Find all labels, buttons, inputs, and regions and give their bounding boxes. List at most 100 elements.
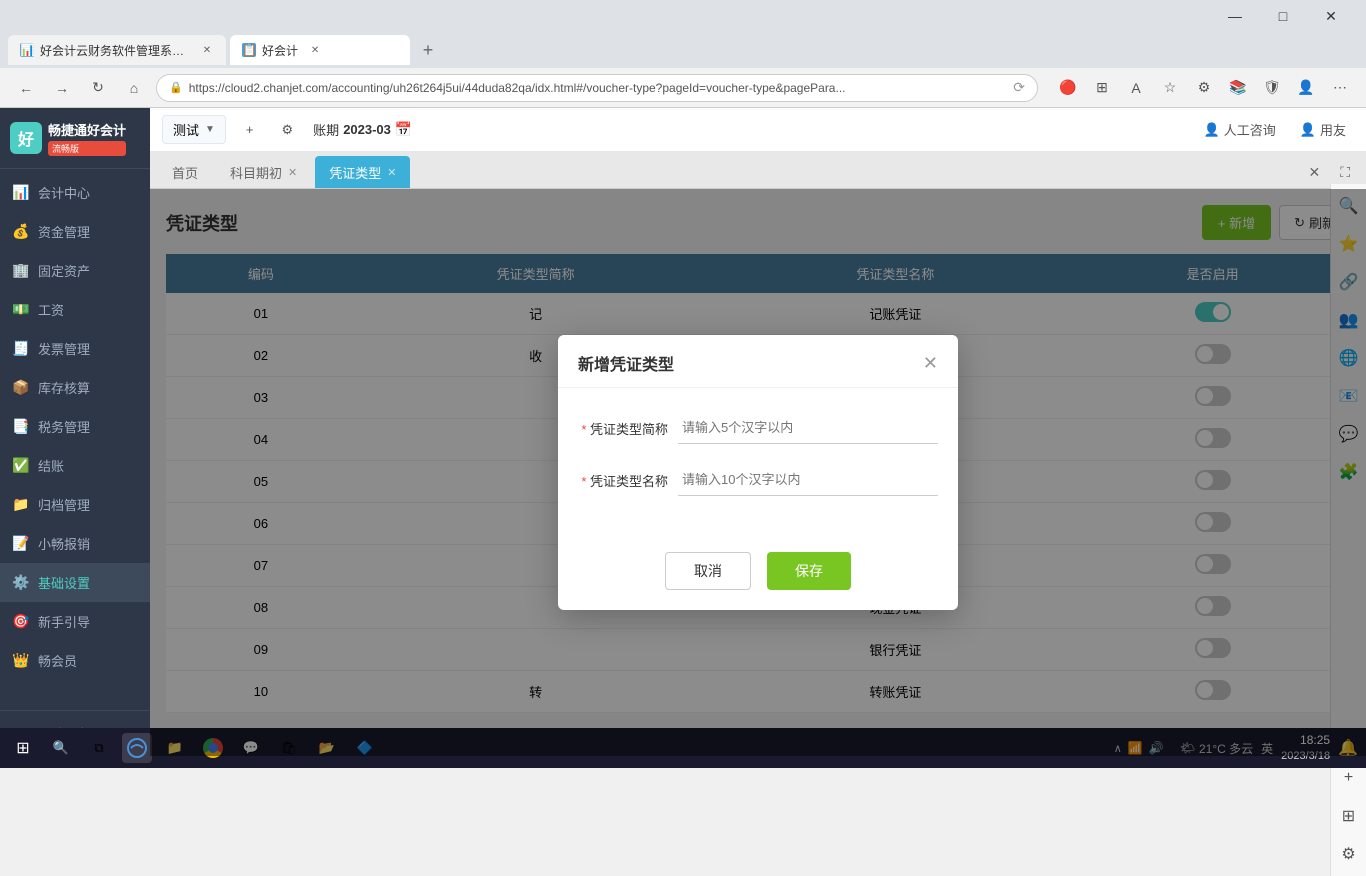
header-actions: 👤 人工咨询 👤 用友 bbox=[1196, 116, 1354, 143]
sidebar-item-tax[interactable]: 📑 税务管理 bbox=[0, 407, 150, 446]
right-gear-icon[interactable]: ⚙ bbox=[1335, 840, 1363, 868]
url-text: https://cloud2.chanjet.com/accounting/uh… bbox=[189, 81, 1008, 95]
user-button[interactable]: 👤 用友 bbox=[1292, 116, 1354, 143]
maximize-button[interactable]: □ bbox=[1260, 0, 1306, 32]
extension-btn-1[interactable]: 🔴 bbox=[1054, 74, 1082, 102]
sidebar-item-dashboard[interactable]: 📊 会计中心 bbox=[0, 173, 150, 212]
finance-icon: 💰 bbox=[12, 223, 30, 241]
dashboard-icon: 📊 bbox=[12, 184, 30, 202]
sidebar-item-settings[interactable]: ⚙️ 基础设置 bbox=[0, 563, 150, 602]
extension-btn-6[interactable]: 📚 bbox=[1224, 74, 1252, 102]
sidebar-item-inventory[interactable]: 📦 库存核算 bbox=[0, 368, 150, 407]
archive-icon: 📁 bbox=[12, 496, 30, 514]
sidebar-item-report[interactable]: 📝 小畅报销 bbox=[0, 524, 150, 563]
right-add-icon[interactable]: + bbox=[1335, 764, 1363, 792]
sidebar-item-checkout[interactable]: ✅ 结账 bbox=[0, 446, 150, 485]
invoice-label: 发票管理 bbox=[38, 339, 90, 358]
salary-icon: 💵 bbox=[12, 301, 30, 319]
calendar-icon[interactable]: 📅 bbox=[395, 121, 412, 138]
browser-tab-2[interactable]: 📋 好会计 ✕ bbox=[230, 35, 410, 65]
save-button[interactable]: 保存 bbox=[767, 552, 851, 590]
browser-tab-1[interactable]: 📊 好会计云财务软件管理系统_会计 ✕ bbox=[8, 35, 226, 65]
close-button[interactable]: ✕ bbox=[1308, 0, 1354, 32]
extension-btn-2[interactable]: ⊞ bbox=[1088, 74, 1116, 102]
add-company-button[interactable]: + bbox=[238, 118, 262, 141]
tab-subject[interactable]: 科目期初 ✕ bbox=[216, 156, 311, 188]
inventory-icon: 📦 bbox=[12, 379, 30, 397]
support-label: 人工咨询 bbox=[1224, 120, 1276, 139]
tax-label: 税务管理 bbox=[38, 417, 90, 436]
sidebar-item-assets[interactable]: 🏢 固定资产 bbox=[0, 251, 150, 290]
dialog-footer: 取消 保存 bbox=[558, 540, 958, 610]
short-name-label: 凭证类型简称 bbox=[578, 419, 678, 438]
refresh-nav-button[interactable]: ↻ bbox=[84, 74, 112, 102]
home-nav-button[interactable]: ⌂ bbox=[120, 74, 148, 102]
sidebar-item-finance[interactable]: 💰 资金管理 bbox=[0, 212, 150, 251]
invoice-icon: 🧾 bbox=[12, 340, 30, 358]
period-value: 2023-03 bbox=[343, 122, 391, 137]
period-label: 账期 bbox=[313, 120, 339, 139]
extension-btn-4[interactable]: ☆ bbox=[1156, 74, 1184, 102]
reload-icon: ⟳ bbox=[1013, 79, 1025, 96]
sidebar-item-member[interactable]: 👑 畅会员 bbox=[0, 641, 150, 680]
back-button[interactable]: ← bbox=[12, 74, 40, 102]
inventory-label: 库存核算 bbox=[38, 378, 90, 397]
assets-icon: 🏢 bbox=[12, 262, 30, 280]
support-button[interactable]: 👤 人工咨询 bbox=[1196, 116, 1284, 143]
member-icon: 👑 bbox=[12, 652, 30, 670]
browser-extension-actions: 🔴 ⊞ A ☆ ⚙ 📚 🛡 👤 ⋯ bbox=[1054, 74, 1354, 102]
short-name-input[interactable] bbox=[678, 412, 938, 444]
more-options-button[interactable]: ⋯ bbox=[1326, 74, 1354, 102]
company-selector[interactable]: 测试 ▼ bbox=[162, 115, 226, 144]
tab-subject-close-button[interactable]: ✕ bbox=[288, 166, 297, 179]
tab1-close-button[interactable]: ✕ bbox=[200, 43, 214, 57]
sidebar-item-salary[interactable]: 💵 工资 bbox=[0, 290, 150, 329]
dialog-close-button[interactable]: ✕ bbox=[923, 353, 938, 374]
panel-expand-button[interactable]: ⛶ bbox=[1332, 160, 1358, 185]
new-tab-button[interactable]: + bbox=[414, 36, 442, 64]
tab-home[interactable]: 首页 bbox=[158, 156, 212, 188]
dialog-header: 新增凭证类型 ✕ bbox=[558, 335, 958, 388]
forward-button[interactable]: → bbox=[48, 74, 76, 102]
dialog-body: 凭证类型简称 凭证类型名称 bbox=[558, 388, 958, 540]
settings-icon: ⚙️ bbox=[12, 574, 30, 592]
sidebar-logo: 好 畅捷通好会计 流畅版 bbox=[0, 108, 150, 169]
address-bar[interactable]: 🔒 https://cloud2.chanjet.com/accounting/… bbox=[156, 74, 1038, 102]
extension-btn-3[interactable]: A bbox=[1122, 74, 1150, 102]
full-name-input[interactable] bbox=[678, 464, 938, 496]
extension-btn-7[interactable]: 🛡 bbox=[1258, 74, 1286, 102]
user-profile-button[interactable]: 👤 bbox=[1292, 74, 1320, 102]
add-voucher-dialog: 新增凭证类型 ✕ 凭证类型简称 凭证类型名称 bbox=[558, 335, 958, 610]
logo-title: 畅捷通好会计 bbox=[48, 120, 126, 139]
tab-subject-label: 科目期初 bbox=[230, 163, 282, 182]
tab2-favicon: 📋 bbox=[242, 43, 256, 57]
taskbar-search-button[interactable]: 🔍 bbox=[46, 733, 76, 763]
tax-icon: 📑 bbox=[12, 418, 30, 436]
main-panel: 测试 ▼ + ⚙ 账期 2023-03 📅 👤 人工咨询 👤 用友 bbox=[150, 108, 1366, 756]
tab-voucher[interactable]: 凭证类型 ✕ bbox=[315, 156, 410, 188]
start-button[interactable]: ⊞ bbox=[8, 733, 38, 763]
company-name: 测试 bbox=[173, 120, 199, 139]
right-grid-icon[interactable]: ⊞ bbox=[1335, 802, 1363, 830]
sidebar-item-guide[interactable]: 🎯 新手引导 bbox=[0, 602, 150, 641]
tab-voucher-close-button[interactable]: ✕ bbox=[387, 166, 396, 179]
settings-label: 基础设置 bbox=[38, 573, 90, 592]
sidebar-item-invoice[interactable]: 🧾 发票管理 bbox=[0, 329, 150, 368]
cancel-button[interactable]: 取消 bbox=[665, 552, 751, 590]
checkout-icon: ✅ bbox=[12, 457, 30, 475]
minimize-button[interactable]: — bbox=[1212, 0, 1258, 32]
tab1-title: 好会计云财务软件管理系统_会计 bbox=[40, 42, 190, 59]
settings-gear-button[interactable]: ⚙ bbox=[274, 118, 302, 142]
report-icon: 📝 bbox=[12, 535, 30, 553]
extension-btn-5[interactable]: ⚙ bbox=[1190, 74, 1218, 102]
panel-close-button[interactable]: ✕ bbox=[1300, 160, 1328, 185]
taskbar-edge-button[interactable] bbox=[122, 733, 152, 763]
taskbar-task-view-button[interactable]: ⧉ bbox=[84, 733, 114, 763]
user-avatar-icon: 👤 bbox=[1300, 122, 1316, 138]
tab2-close-button[interactable]: ✕ bbox=[308, 43, 322, 57]
sidebar-item-archive[interactable]: 📁 归档管理 bbox=[0, 485, 150, 524]
chevron-down-icon: ▼ bbox=[205, 124, 215, 135]
guide-label: 新手引导 bbox=[38, 612, 90, 631]
checkout-label: 结账 bbox=[38, 456, 64, 475]
dialog-title: 新增凭证类型 bbox=[578, 351, 674, 375]
